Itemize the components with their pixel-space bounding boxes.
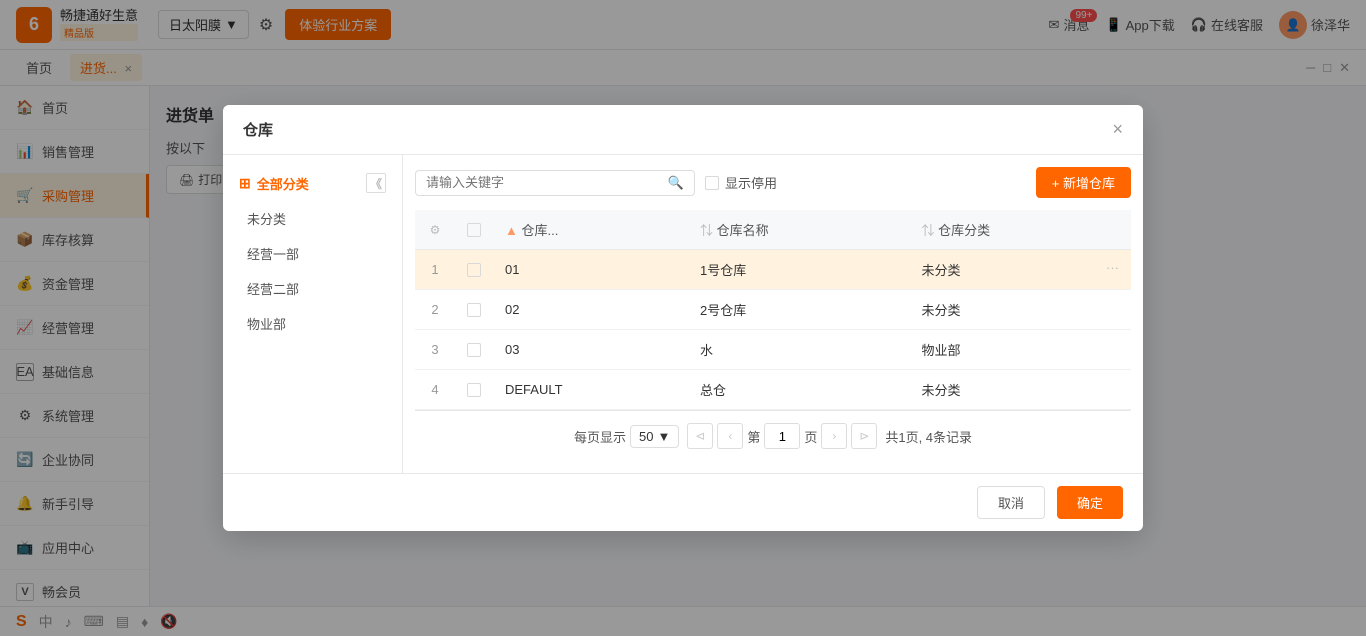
category-panel: ⊞ 全部分类 《 未分类 经营一部 经营二部 物业部 <box>223 155 403 473</box>
per-page-value: 50 <box>639 429 653 444</box>
row-num: 1 <box>415 250 455 290</box>
page-first-button[interactable]: ⊲ <box>687 423 713 449</box>
row-select-checkbox[interactable] <box>467 383 481 397</box>
show-disabled-label: 显示停用 <box>725 173 777 192</box>
dialog-overlay[interactable]: 仓库 × ⊞ 全部分类 《 未分类 经营一部 经营二部 物业部 <box>0 0 1366 636</box>
row-category: 未分类 <box>909 290 1131 330</box>
dropdown-icon: ▼ <box>657 429 670 444</box>
table-row[interactable]: 2 02 2号仓库 未分类 <box>415 290 1131 330</box>
col-name-header: ⇅ 仓库名称 <box>688 210 909 250</box>
row-category: 未分类 <box>909 370 1131 410</box>
table-header-row: ⚙ ▲ 仓库... ⇅ <box>415 210 1131 250</box>
category-item-property[interactable]: 物业部 <box>223 306 402 341</box>
all-category-label: 全部分类 <box>257 174 309 193</box>
pagination: 每页显示 50 ▼ ⊲ ‹ 第 页 › ⊳ <box>415 410 1131 461</box>
row-checkbox[interactable] <box>455 330 493 370</box>
row-code: 03 <box>493 330 688 370</box>
warehouse-data-table: ⚙ ▲ 仓库... ⇅ <box>415 210 1131 410</box>
dialog-search-bar: 🔍 显示停用 + 新增仓库 <box>415 167 1131 198</box>
table-row[interactable]: 4 DEFAULT 总仓 未分类 <box>415 370 1131 410</box>
col-select-all[interactable] <box>455 210 493 250</box>
all-category-item[interactable]: ⊞ 全部分类 《 <box>223 165 402 201</box>
row-name: 总仓 <box>688 370 909 410</box>
row-name: 2号仓库 <box>688 290 909 330</box>
row-select-checkbox[interactable] <box>467 343 481 357</box>
row-num: 4 <box>415 370 455 410</box>
row-code: 02 <box>493 290 688 330</box>
per-page-select: 每页显示 50 ▼ <box>574 425 679 448</box>
add-warehouse-button[interactable]: + 新增仓库 <box>1036 167 1131 198</box>
col-num: ⚙ <box>415 210 455 250</box>
dialog-title: 仓库 <box>243 119 273 140</box>
per-page-label: 每页显示 <box>574 427 626 446</box>
total-info: 共1页, 4条记录 <box>885 427 972 446</box>
dialog-close-button[interactable]: × <box>1112 119 1123 140</box>
dialog-footer: 取消 确定 <box>223 473 1143 531</box>
category-item-unclassified[interactable]: 未分类 <box>223 201 402 236</box>
row-checkbox[interactable] <box>455 370 493 410</box>
grid-icon: ⊞ <box>239 175 251 192</box>
page-prev-button[interactable]: ‹ <box>717 423 743 449</box>
row-num: 3 <box>415 330 455 370</box>
cancel-button[interactable]: 取消 <box>977 486 1045 519</box>
sort-icon2: ⇅ <box>700 223 713 238</box>
page-unit: 页 <box>804 427 817 446</box>
select-all-checkbox[interactable] <box>467 223 481 237</box>
sort-icon: ▲ <box>505 223 518 238</box>
show-disabled-option[interactable]: 显示停用 <box>705 173 777 192</box>
show-disabled-checkbox[interactable] <box>705 176 719 190</box>
per-page-dropdown[interactable]: 50 ▼ <box>630 425 679 448</box>
row-action-menu[interactable]: ··· <box>1106 260 1119 275</box>
category-item-ops2[interactable]: 经营二部 <box>223 271 402 306</box>
table-row[interactable]: 1 01 1号仓库 未分类 ··· <box>415 250 1131 290</box>
page-next-button[interactable]: › <box>821 423 847 449</box>
row-name: 水 <box>688 330 909 370</box>
row-category: 物业部 <box>909 330 1131 370</box>
gear-icon[interactable]: ⚙ <box>430 223 441 237</box>
row-select-checkbox[interactable] <box>467 303 481 317</box>
row-category: 未分类 ··· <box>909 250 1131 290</box>
sort-icon3: ⇅ <box>921 223 934 238</box>
page-last-button[interactable]: ⊳ <box>851 423 877 449</box>
row-num: 2 <box>415 290 455 330</box>
row-checkbox[interactable] <box>455 290 493 330</box>
search-icon[interactable]: 🔍 <box>668 175 684 191</box>
row-select-checkbox[interactable] <box>467 263 481 277</box>
row-name: 1号仓库 <box>688 250 909 290</box>
row-code: 01 <box>493 250 688 290</box>
search-input-wrap: 🔍 <box>415 170 695 196</box>
col-code-header: ▲ 仓库... <box>493 210 688 250</box>
dialog-header: 仓库 × <box>223 105 1143 155</box>
table-row[interactable]: 3 03 水 物业部 <box>415 330 1131 370</box>
row-checkbox[interactable] <box>455 250 493 290</box>
col-category-header: ⇅ 仓库分类 <box>909 210 1131 250</box>
dialog-content-panel: 🔍 显示停用 + 新增仓库 ⚙ <box>403 155 1143 473</box>
page-label: 第 <box>747 427 760 446</box>
row-code: DEFAULT <box>493 370 688 410</box>
search-input[interactable] <box>426 175 668 190</box>
warehouse-table: ⚙ ▲ 仓库... ⇅ <box>415 210 1131 410</box>
page-navigation: ⊲ ‹ 第 页 › ⊳ <box>687 423 877 449</box>
dialog-body: ⊞ 全部分类 《 未分类 经营一部 经营二部 物业部 🔍 <box>223 155 1143 473</box>
warehouse-dialog: 仓库 × ⊞ 全部分类 《 未分类 经营一部 经营二部 物业部 <box>223 105 1143 531</box>
confirm-button[interactable]: 确定 <box>1057 486 1123 519</box>
category-item-ops1[interactable]: 经营一部 <box>223 236 402 271</box>
page-input[interactable] <box>764 423 800 449</box>
collapse-button[interactable]: 《 <box>366 173 386 193</box>
